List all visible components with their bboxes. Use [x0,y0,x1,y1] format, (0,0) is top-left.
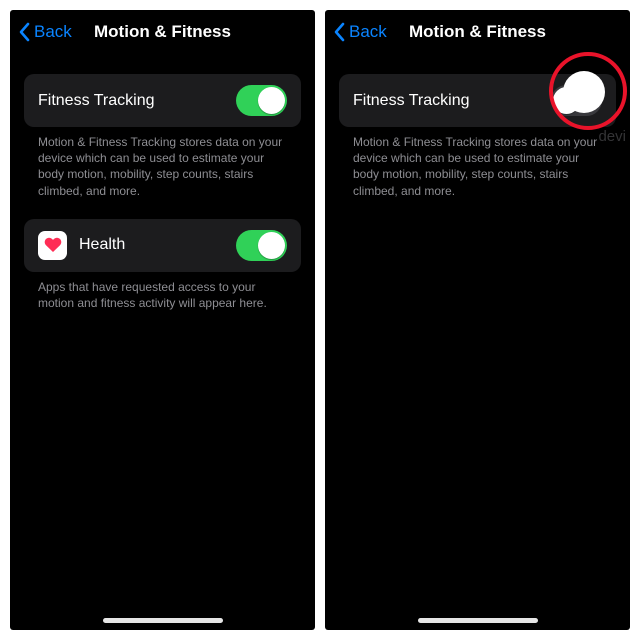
chevron-left-icon [18,22,30,42]
settings-content: Fitness Tracking Motion & Fitness Tracki… [10,54,315,311]
back-button[interactable]: Back [18,10,72,54]
page-title: Motion & Fitness [409,22,546,42]
footer-fitness-tracking: Motion & Fitness Tracking stores data on… [24,127,301,199]
toggle-knob [258,232,285,259]
footer-fitness-tracking: Motion & Fitness Tracking stores data on… [339,127,616,199]
nav-bar: Back Motion & Fitness [325,10,630,54]
back-label: Back [34,22,72,42]
watermark-text: devi [598,128,626,145]
back-button[interactable]: Back [333,10,387,54]
back-label: Back [349,22,387,42]
page-title: Motion & Fitness [94,22,231,42]
footer-apps: Apps that have requested access to your … [24,272,301,311]
chevron-left-icon [333,22,345,42]
nav-bar: Back Motion & Fitness [10,10,315,54]
row-fitness-tracking[interactable]: Fitness Tracking [24,74,301,127]
home-indicator[interactable] [103,618,223,623]
row-label: Health [79,236,125,254]
phone-right: Back Motion & Fitness Fitness Tracking M… [325,10,630,630]
home-indicator[interactable] [418,618,538,623]
phone-left: Back Motion & Fitness Fitness Tracking M… [10,10,315,630]
group-apps: Health [24,219,301,272]
toggle-knob [258,87,285,114]
toggle-fitness-tracking[interactable] [236,85,287,116]
toggle-health[interactable] [236,230,287,261]
row-label: Fitness Tracking [38,92,154,110]
row-label: Fitness Tracking [353,92,469,110]
group-fitness-tracking: Fitness Tracking [24,74,301,127]
health-app-icon [38,231,67,260]
row-left: Health [38,231,125,260]
annotation-knob [563,71,605,113]
screenshot-pair: Back Motion & Fitness Fitness Tracking M… [0,0,640,640]
row-health[interactable]: Health [24,219,301,272]
